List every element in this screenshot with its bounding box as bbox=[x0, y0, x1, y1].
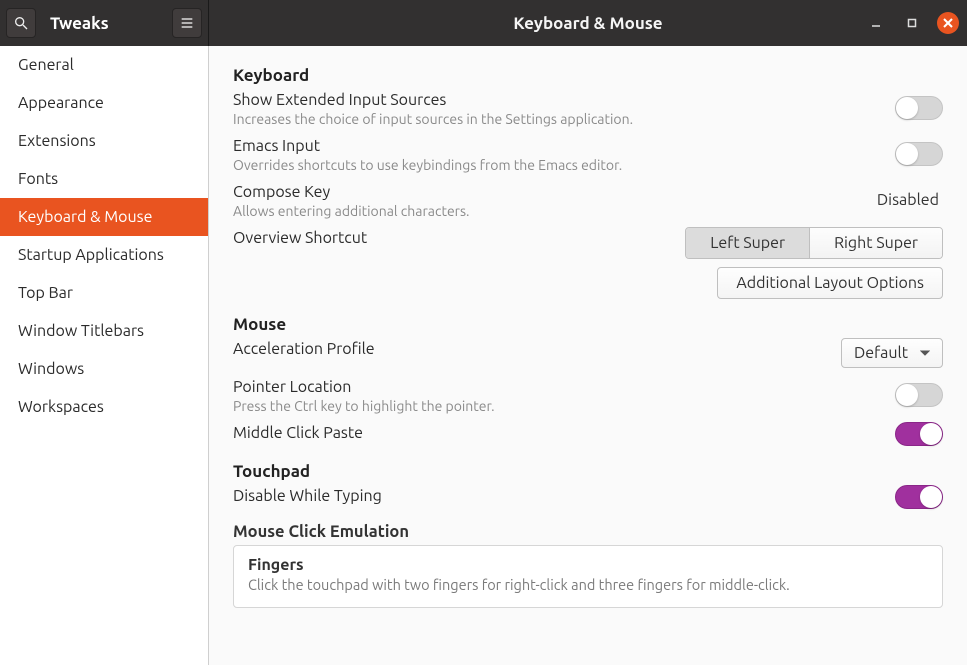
emulation-fingers-label: Fingers bbox=[248, 556, 928, 574]
page-title: Keyboard & Mouse bbox=[513, 14, 662, 33]
content: Keyboard Show Extended Input Sources Inc… bbox=[209, 46, 967, 665]
section-mouse: Mouse bbox=[233, 315, 943, 334]
minimize-icon bbox=[871, 18, 881, 28]
disable-typing-label: Disable While Typing bbox=[233, 485, 879, 505]
accel-label: Acceleration Profile bbox=[233, 338, 825, 358]
pointer-desc: Press the Ctrl key to highlight the poin… bbox=[233, 398, 879, 414]
emacs-desc: Overrides shortcuts to use keybindings f… bbox=[233, 157, 879, 173]
row-emacs: Emacs Input Overrides shortcuts to use k… bbox=[233, 133, 943, 179]
overview-right-super[interactable]: Right Super bbox=[809, 228, 942, 258]
compose-desc: Allows entering additional characters. bbox=[233, 203, 861, 219]
sidebar-item-extensions[interactable]: Extensions bbox=[0, 122, 208, 160]
pointer-label: Pointer Location bbox=[233, 376, 879, 396]
sidebar-item-general[interactable]: General bbox=[0, 46, 208, 84]
row-compose: Compose Key Allows entering additional c… bbox=[233, 179, 943, 225]
emulation-fingers-desc: Click the touchpad with two fingers for … bbox=[248, 576, 928, 593]
row-extended-sources: Show Extended Input Sources Increases th… bbox=[233, 87, 943, 133]
search-icon bbox=[13, 15, 29, 31]
overview-label: Overview Shortcut bbox=[233, 227, 669, 247]
row-middle-click: Middle Click Paste bbox=[233, 420, 943, 452]
search-button[interactable] bbox=[6, 8, 36, 38]
emulation-title: Mouse Click Emulation bbox=[233, 523, 943, 541]
sidebar-item-windows[interactable]: Windows bbox=[0, 350, 208, 388]
middle-click-toggle[interactable] bbox=[895, 422, 943, 446]
maximize-icon bbox=[907, 18, 917, 28]
accel-dropdown[interactable]: Default bbox=[841, 338, 943, 368]
minimize-button[interactable] bbox=[865, 12, 887, 34]
emulation-box[interactable]: Fingers Click the touchpad with two fing… bbox=[233, 545, 943, 608]
app-title: Tweaks bbox=[50, 14, 172, 33]
emacs-toggle[interactable] bbox=[895, 142, 943, 166]
close-icon bbox=[943, 18, 953, 28]
overview-left-super[interactable]: Left Super bbox=[686, 228, 809, 258]
extended-sources-label: Show Extended Input Sources bbox=[233, 89, 879, 109]
compose-label: Compose Key bbox=[233, 181, 861, 201]
sidebar-item-window-titlebars[interactable]: Window Titlebars bbox=[0, 312, 208, 350]
pointer-toggle[interactable] bbox=[895, 383, 943, 407]
additional-layout-options-button[interactable]: Additional Layout Options bbox=[717, 267, 943, 299]
menu-button[interactable] bbox=[172, 8, 202, 38]
sidebar-item-fonts[interactable]: Fonts bbox=[0, 160, 208, 198]
disable-typing-toggle[interactable] bbox=[895, 485, 943, 509]
compose-value[interactable]: Disabled bbox=[877, 191, 943, 209]
row-overview: Overview Shortcut Left Super Right Super… bbox=[233, 225, 943, 305]
sidebar: GeneralAppearanceExtensionsFontsKeyboard… bbox=[0, 46, 209, 665]
extended-sources-toggle[interactable] bbox=[895, 96, 943, 120]
sidebar-item-top-bar[interactable]: Top Bar bbox=[0, 274, 208, 312]
close-button[interactable] bbox=[937, 12, 959, 34]
emacs-label: Emacs Input bbox=[233, 135, 879, 155]
row-accel: Acceleration Profile Default bbox=[233, 336, 943, 374]
maximize-button[interactable] bbox=[901, 12, 923, 34]
overview-shortcut-seg: Left Super Right Super bbox=[685, 227, 943, 259]
titlebar-left: Tweaks bbox=[0, 0, 209, 46]
hamburger-icon bbox=[179, 15, 195, 31]
row-pointer: Pointer Location Press the Ctrl key to h… bbox=[233, 374, 943, 420]
middle-click-label: Middle Click Paste bbox=[233, 422, 879, 442]
section-touchpad: Touchpad bbox=[233, 462, 943, 481]
window-controls bbox=[865, 12, 959, 34]
row-disable-typing: Disable While Typing bbox=[233, 483, 943, 515]
titlebar-right: Keyboard & Mouse bbox=[209, 0, 967, 46]
accel-value: Default bbox=[854, 344, 908, 362]
sidebar-item-workspaces[interactable]: Workspaces bbox=[0, 388, 208, 426]
chevron-down-icon bbox=[920, 348, 930, 358]
sidebar-item-appearance[interactable]: Appearance bbox=[0, 84, 208, 122]
extended-sources-desc: Increases the choice of input sources in… bbox=[233, 111, 879, 127]
section-keyboard: Keyboard bbox=[233, 66, 943, 85]
sidebar-item-startup-applications[interactable]: Startup Applications bbox=[0, 236, 208, 274]
titlebar: Tweaks Keyboard & Mouse bbox=[0, 0, 967, 46]
sidebar-item-keyboard-mouse[interactable]: Keyboard & Mouse bbox=[0, 198, 208, 236]
